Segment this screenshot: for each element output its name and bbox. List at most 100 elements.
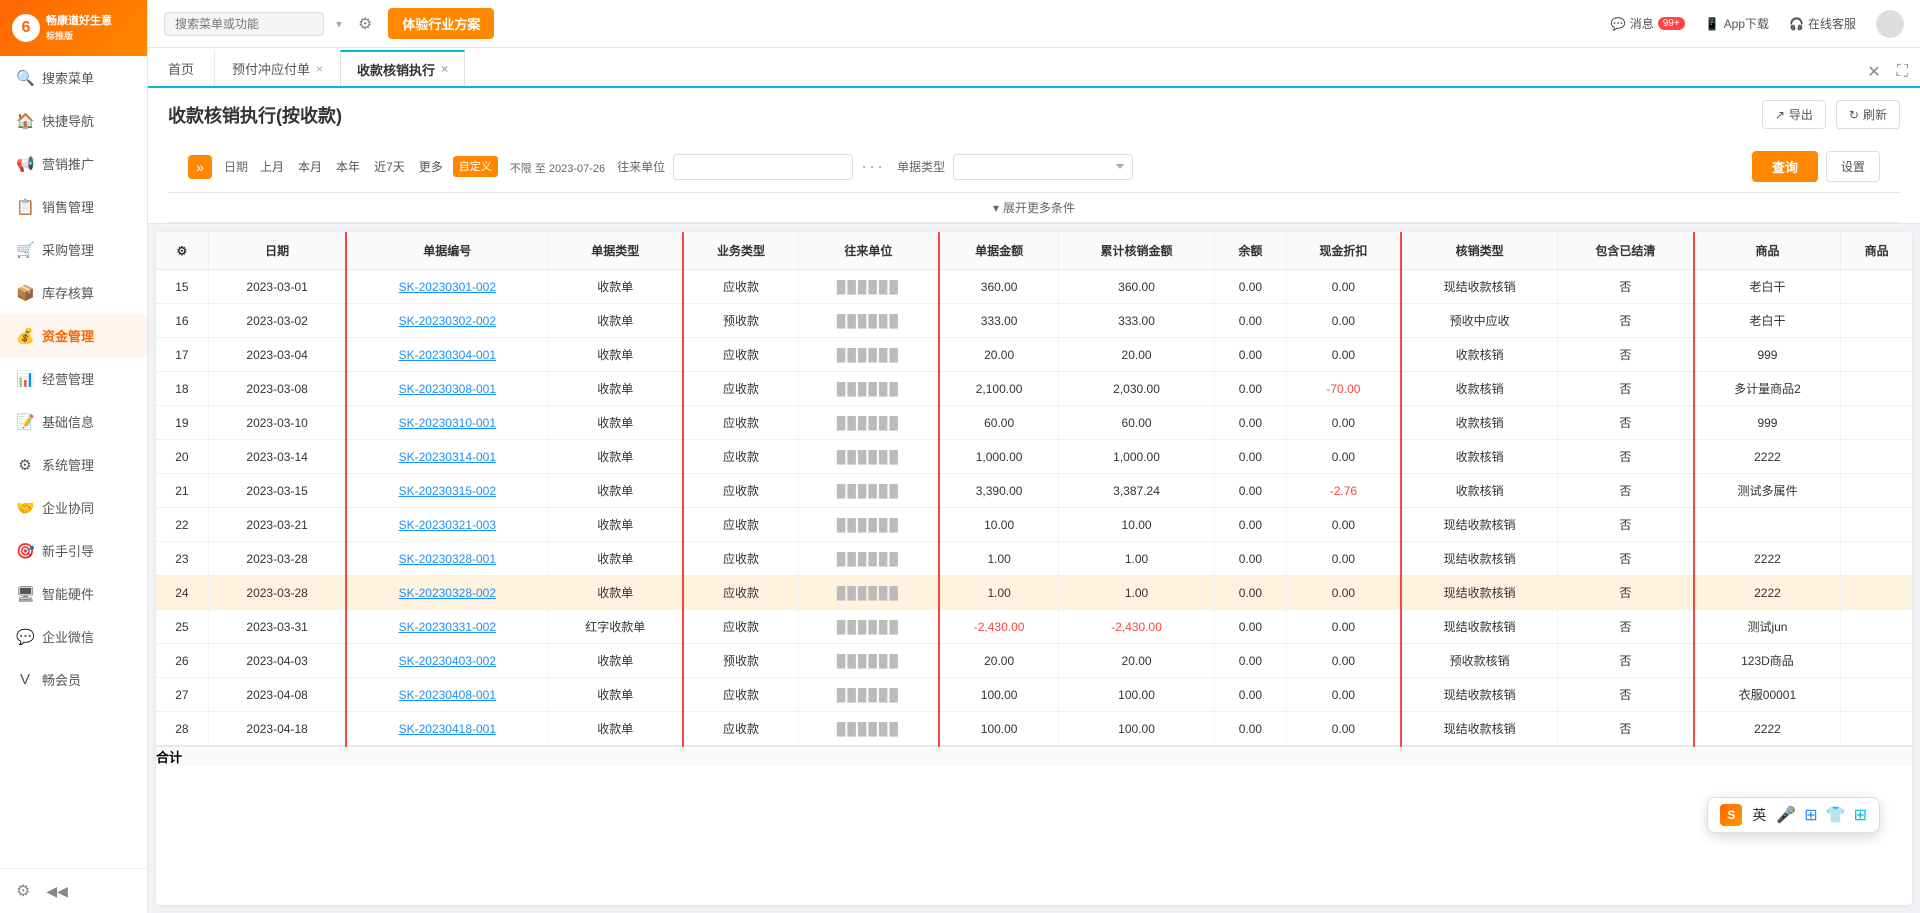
tab-receipt-verify[interactable]: 收款核销执行 × <box>340 50 465 86</box>
table-row: 18 2023-03-08 SK-20230308-001 收款单 应收款 ██… <box>156 372 1912 406</box>
sidebar-item-purchase[interactable]: 🛒 采购管理 <box>0 228 147 271</box>
settings-icon[interactable]: ⚙ <box>16 881 30 901</box>
filter-settings-button[interactable]: 设置 <box>1826 151 1880 182</box>
cell-cashdiscount: 0.00 <box>1286 610 1401 644</box>
cell-billno[interactable]: SK-20230308-001 <box>346 372 547 406</box>
user-avatar[interactable] <box>1876 10 1904 38</box>
notification[interactable]: 💬 消息 99+ <box>1611 15 1685 32</box>
date-custom-btn[interactable]: 自定义 <box>453 156 498 177</box>
cell-billno[interactable]: SK-20230403-002 <box>346 644 547 678</box>
cell-cumverify: 60.00 <box>1059 406 1215 440</box>
main-area: ▾ ⚙ 体验行业方案 💬 消息 99+ 📱 App下载 🎧 在线客服 首页 <box>148 0 1920 913</box>
cell-goods2 <box>1841 508 1912 542</box>
date-this-month[interactable]: 本月 <box>294 156 326 177</box>
date-more[interactable]: 更多 <box>415 156 447 177</box>
breadcrumb-input[interactable] <box>164 12 324 36</box>
filter-toggle-btn[interactable]: » <box>188 155 212 179</box>
ime-shirt-icon[interactable]: 👕 <box>1826 805 1846 825</box>
cell-billno[interactable]: SK-20230304-001 <box>346 338 547 372</box>
tab-prepay-bill[interactable]: 预付冲应付单 × <box>215 50 340 86</box>
cell-goods1 <box>1694 508 1841 542</box>
date-this-year[interactable]: 本年 <box>332 156 364 177</box>
date-7days[interactable]: 近7天 <box>370 156 409 177</box>
sidebar-bottom: ⚙ ◀◀ <box>0 868 147 913</box>
cell-billno[interactable]: SK-20230301-002 <box>346 270 547 304</box>
cell-billno[interactable]: SK-20230328-002 <box>346 576 547 610</box>
th-sno: ⚙ <box>156 232 208 270</box>
tab-close-all-btn[interactable]: ✕ <box>1863 58 1884 86</box>
cell-goods1: 测试jun <box>1694 610 1841 644</box>
tab-close-receipt[interactable]: × <box>441 63 448 75</box>
cell-billno[interactable]: SK-20230314-001 <box>346 440 547 474</box>
online-service[interactable]: 🎧 在线客服 <box>1789 15 1856 32</box>
sidebar-item-operations[interactable]: 📊 经营管理 <box>0 357 147 400</box>
cell-billno[interactable]: SK-20230302-002 <box>346 304 547 338</box>
ime-apps-icon[interactable]: ⊞ <box>1854 805 1867 825</box>
ime-grid-icon[interactable]: ⊞ <box>1804 805 1817 825</box>
tab-fullscreen-btn[interactable]: ⛶ <box>1893 59 1912 85</box>
sidebar-item-corp-collab[interactable]: 🤝 企业协同 <box>0 486 147 529</box>
cell-goods2 <box>1841 712 1912 747</box>
ime-label[interactable]: 英 <box>1752 805 1766 825</box>
tab-close-prepay[interactable]: × <box>316 63 323 75</box>
sidebar-item-smart-hardware[interactable]: 🖥 智能硬件 <box>0 572 147 615</box>
cell-cumverify: 333.00 <box>1059 304 1215 338</box>
sidebar-item-corp-wechat[interactable]: 💬 企业微信 <box>0 615 147 658</box>
counterpart-input[interactable] <box>673 154 853 180</box>
cell-cashdiscount: 0.00 <box>1286 576 1401 610</box>
refresh-button[interactable]: ↻ 刷新 <box>1836 100 1900 129</box>
cell-billno[interactable]: SK-20230315-002 <box>346 474 547 508</box>
sidebar-nav: 🔍 搜索菜单 🏠 快捷导航 📢 营销推广 📋 销售管理 🛒 采购管理 📦 库存核… <box>0 56 147 868</box>
cell-sno: 20 <box>156 440 208 474</box>
expand-conditions-btn[interactable]: ▾ 展开更多条件 <box>993 199 1075 216</box>
date-last-month[interactable]: 上月 <box>256 156 288 177</box>
cell-billno[interactable]: SK-20230331-002 <box>346 610 547 644</box>
cell-billtype: 收款单 <box>548 678 684 712</box>
sys-mgmt-icon: ⚙ <box>16 456 34 474</box>
cell-counterpart: ██████ <box>798 406 939 440</box>
sidebar-item-marketing[interactable]: 📢 营销推广 <box>0 142 147 185</box>
sidebar-item-sys-mgmt[interactable]: ⚙ 系统管理 <box>0 443 147 486</box>
cell-billno[interactable]: SK-20230321-003 <box>346 508 547 542</box>
industry-btn[interactable]: 体验行业方案 <box>388 8 494 39</box>
ime-mic-icon[interactable]: 🎤 <box>1776 805 1796 825</box>
sidebar-item-sales[interactable]: 📋 销售管理 <box>0 185 147 228</box>
sidebar-item-members[interactable]: V 畅会员 <box>0 658 147 701</box>
cell-billamount: 1.00 <box>939 576 1058 610</box>
query-button[interactable]: 查询 <box>1752 151 1818 182</box>
th-includecleared: 包含已结清 <box>1558 232 1694 270</box>
cell-billamount: 333.00 <box>939 304 1058 338</box>
sidebar-item-inventory[interactable]: 📦 库存核算 <box>0 271 147 314</box>
footer-biztype <box>798 746 939 766</box>
tab-home[interactable]: 首页 <box>148 50 215 86</box>
gear-button[interactable]: ⚙ <box>354 10 376 38</box>
table-row: 24 2023-03-28 SK-20230328-002 收款单 应收款 ██… <box>156 576 1912 610</box>
cell-goods1: 999 <box>1694 338 1841 372</box>
cell-includecleared: 否 <box>1558 304 1694 338</box>
cell-billno[interactable]: SK-20230310-001 <box>346 406 547 440</box>
cell-billno[interactable]: SK-20230418-001 <box>346 712 547 747</box>
cell-goods2 <box>1841 644 1912 678</box>
cell-balance: 0.00 <box>1214 270 1286 304</box>
cell-date: 2023-04-08 <box>208 678 346 712</box>
export-button[interactable]: ↗ 导出 <box>1762 100 1826 129</box>
sidebar-item-finance[interactable]: 💰 资金管理 <box>0 314 147 357</box>
cell-goods1: 老白干 <box>1694 270 1841 304</box>
sidebar-item-beginner-guide[interactable]: 🎯 新手引导 <box>0 529 147 572</box>
cell-balance: 0.00 <box>1214 678 1286 712</box>
billtype-select[interactable] <box>953 154 1133 180</box>
sidebar-item-quick-nav[interactable]: 🏠 快捷导航 <box>0 99 147 142</box>
app-download[interactable]: 📱 App下载 <box>1705 15 1769 32</box>
table-row: 23 2023-03-28 SK-20230328-001 收款单 应收款 ██… <box>156 542 1912 576</box>
sidebar-item-basic-info[interactable]: 📝 基础信息 <box>0 400 147 443</box>
cell-billno[interactable]: SK-20230408-001 <box>346 678 547 712</box>
collapse-icon[interactable]: ◀◀ <box>46 883 68 900</box>
cell-goods1: 2222 <box>1694 712 1841 747</box>
cell-billno[interactable]: SK-20230328-001 <box>346 542 547 576</box>
cell-cashdiscount: 0.00 <box>1286 542 1401 576</box>
cell-biztype: 预收款 <box>683 304 798 338</box>
inventory-icon: 📦 <box>16 284 34 302</box>
sidebar-item-search-menu[interactable]: 🔍 搜索菜单 <box>0 56 147 99</box>
cell-verifytype: 现结收款核销 <box>1401 712 1558 747</box>
cell-cashdiscount: -2.76 <box>1286 474 1401 508</box>
